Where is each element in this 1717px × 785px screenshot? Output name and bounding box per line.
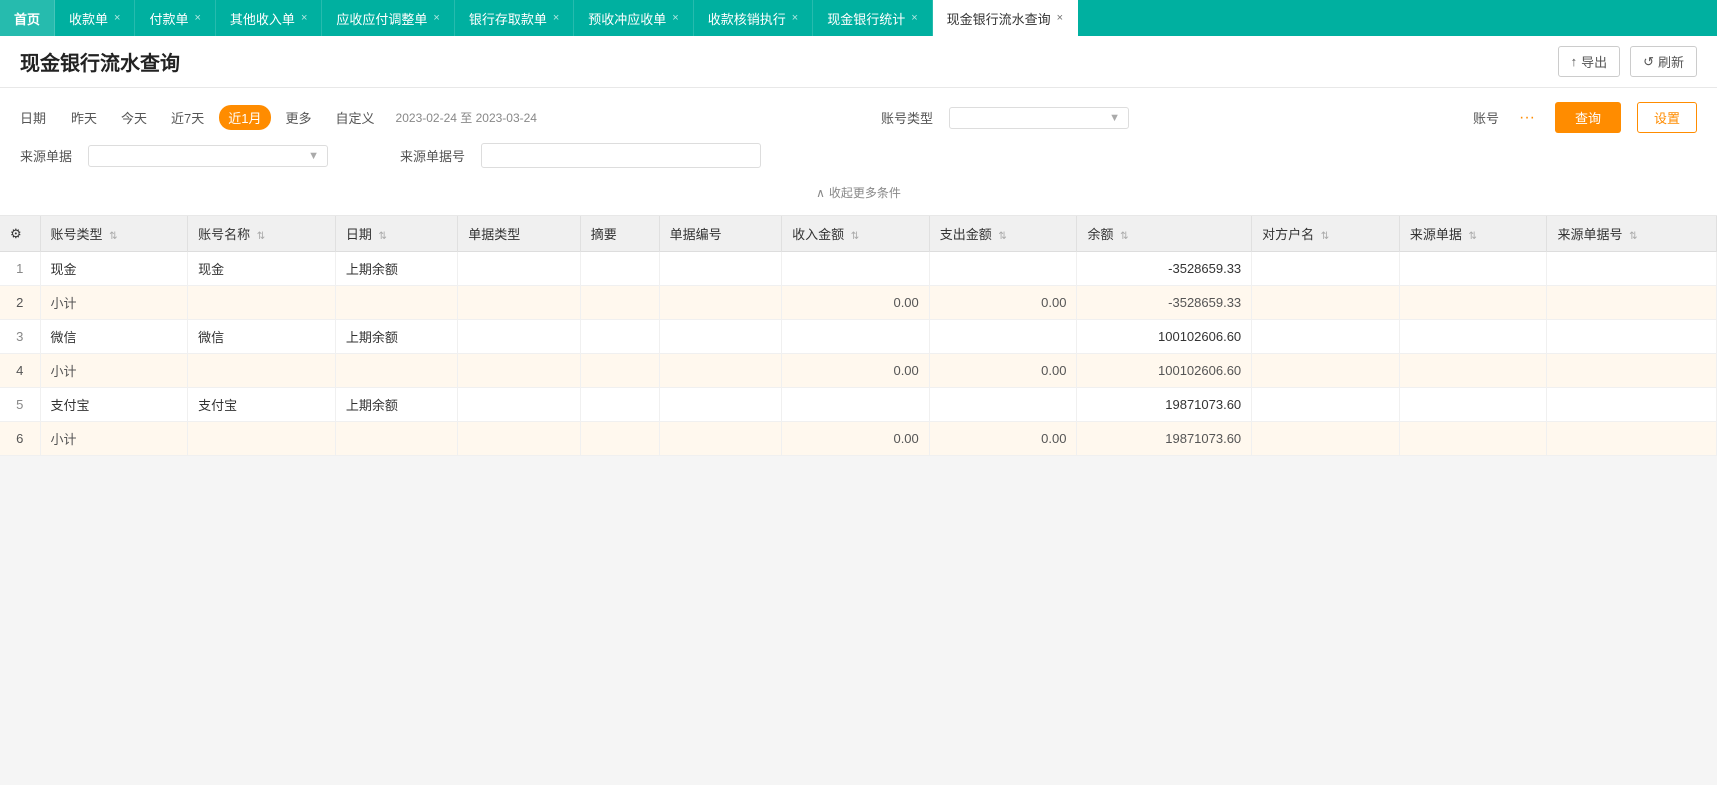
nav-cash-stat[interactable]: 现金银行统计 × — [813, 0, 932, 36]
table-row: 1现金现金上期余额-3528659.33 — [0, 252, 1717, 286]
account-label: 账号 — [1473, 108, 1499, 127]
close-other-income-icon[interactable]: × — [301, 12, 307, 24]
filter-row-1: 日期 昨天 今天 近7天 近1月 更多 自定义 2023-02-24 至 202… — [20, 102, 1697, 133]
date-shortcuts: 昨天 今天 近7天 近1月 更多 自定义 2023-02-24 至 2023-0… — [62, 105, 537, 130]
table-row: 3微信微信上期余额100102606.60 — [0, 320, 1717, 354]
settings-button[interactable]: 设置 — [1637, 102, 1697, 133]
nav-receipt-verify[interactable]: 收款核销执行 × — [694, 0, 813, 36]
close-receipt-verify-icon[interactable]: × — [792, 12, 798, 24]
query-button[interactable]: 查询 — [1555, 102, 1621, 133]
shortcut-yesterday[interactable]: 昨天 — [62, 105, 106, 130]
col-income[interactable]: 收入金额 ⇅ — [782, 216, 930, 252]
col-account-type[interactable]: 账号类型 ⇅ — [40, 216, 188, 252]
shortcut-7days[interactable]: 近7天 — [162, 105, 213, 130]
col-date[interactable]: 日期 ⇅ — [335, 216, 457, 252]
nav-other-income[interactable]: 其他收入单 × — [216, 0, 322, 36]
sort-counterpart-icon: ⇅ — [1321, 231, 1329, 242]
nav-receipt[interactable]: 收款单 × — [55, 0, 135, 36]
refresh-icon: ↺ — [1643, 54, 1654, 70]
close-bank-icon[interactable]: × — [553, 12, 559, 24]
source-doc-dropdown-icon: ▼ — [308, 150, 319, 162]
sort-balance-icon: ⇅ — [1120, 231, 1128, 242]
nav-cash-flow[interactable]: 现金银行流水查询 × — [933, 0, 1078, 36]
col-account-name[interactable]: 账号名称 ⇅ — [188, 216, 336, 252]
account-type-dropdown-icon: ▼ — [1109, 112, 1120, 124]
table-row: 2小计0.000.00-3528659.33 — [0, 286, 1717, 320]
close-cash-stat-icon[interactable]: × — [911, 12, 917, 24]
shortcut-today[interactable]: 今天 — [112, 105, 156, 130]
close-cash-flow-icon[interactable]: × — [1057, 12, 1063, 24]
sort-date-icon: ⇅ — [378, 231, 386, 242]
source-doc-label: 来源单据 — [20, 146, 72, 165]
refresh-button[interactable]: ↺ 刷新 — [1630, 46, 1697, 77]
nav-bank-deposit[interactable]: 银行存取款单 × — [455, 0, 574, 36]
source-doc-num-label: 来源单据号 — [400, 146, 465, 165]
col-source-doc-num[interactable]: 来源单据号 ⇅ — [1547, 216, 1717, 252]
close-payment-icon[interactable]: × — [194, 12, 200, 24]
col-gear[interactable]: ⚙ — [0, 216, 40, 252]
export-button[interactable]: ↑ 导出 — [1558, 46, 1621, 77]
account-dots-button[interactable]: ··· — [1515, 109, 1539, 127]
page-header: 现金银行流水查询 ↑ 导出 ↺ 刷新 — [0, 36, 1717, 88]
top-nav: 首页 收款单 × 付款单 × 其他收入单 × 应收应付调整单 × 银行存取款单 … — [0, 0, 1717, 36]
filter-area: 日期 昨天 今天 近7天 近1月 更多 自定义 2023-02-24 至 202… — [0, 88, 1717, 216]
close-prepay-icon[interactable]: × — [672, 12, 678, 24]
col-summary: 摘要 — [580, 216, 659, 252]
sort-income-icon: ⇅ — [851, 231, 859, 242]
sort-account-type-icon: ⇅ — [109, 231, 117, 242]
shortcut-more[interactable]: 更多 — [277, 105, 321, 130]
header-actions: ↑ 导出 ↺ 刷新 — [1558, 46, 1697, 77]
date-filter-label: 日期 — [20, 108, 46, 127]
table-row: 5支付宝支付宝上期余额19871073.60 — [0, 388, 1717, 422]
table-header-row: ⚙ 账号类型 ⇅ 账号名称 ⇅ 日期 ⇅ 单据类型 摘要 单据编号 收入金额 ⇅… — [0, 216, 1717, 252]
col-expense[interactable]: 支出金额 ⇅ — [929, 216, 1077, 252]
close-receipt-icon[interactable]: × — [114, 12, 120, 24]
shortcut-1month[interactable]: 近1月 — [219, 105, 270, 130]
gear-icon: ⚙ — [10, 226, 22, 241]
nav-ar-ap-adjust[interactable]: 应收应付调整单 × — [322, 0, 454, 36]
source-doc-select[interactable]: ▼ — [88, 145, 328, 167]
nav-home[interactable]: 首页 — [0, 0, 55, 36]
col-doc-num: 单据编号 — [659, 216, 781, 252]
account-type-select[interactable]: ▼ — [949, 107, 1129, 129]
page-title: 现金银行流水查询 — [20, 47, 180, 76]
export-icon: ↑ — [1571, 54, 1578, 69]
account-type-label: 账号类型 — [881, 108, 933, 127]
collapse-chevron-icon: ∧ — [816, 186, 825, 200]
sort-expense-icon: ⇅ — [998, 231, 1006, 242]
col-balance[interactable]: 余额 ⇅ — [1077, 216, 1252, 252]
date-range-text: 2023-02-24 至 2023-03-24 — [396, 109, 537, 126]
filter-row-2: 来源单据 ▼ 来源单据号 — [20, 143, 1697, 168]
sort-source-doc-icon: ⇅ — [1468, 231, 1476, 242]
close-ar-ap-icon[interactable]: × — [433, 12, 439, 24]
nav-payment[interactable]: 付款单 × — [135, 0, 215, 36]
sort-source-doc-num-icon: ⇅ — [1629, 231, 1637, 242]
sort-account-name-icon: ⇅ — [257, 231, 265, 242]
table-row: 4小计0.000.00100102606.60 — [0, 354, 1717, 388]
collapse-bar[interactable]: ∧ 收起更多条件 — [20, 178, 1697, 205]
col-doc-type: 单据类型 — [458, 216, 580, 252]
shortcut-custom[interactable]: 自定义 — [327, 105, 384, 130]
source-doc-num-input[interactable] — [481, 143, 761, 168]
nav-prepay-offset[interactable]: 预收冲应收单 × — [574, 0, 693, 36]
table-body: 1现金现金上期余额-3528659.332小计0.000.00-3528659.… — [0, 252, 1717, 456]
col-counterpart[interactable]: 对方户名 ⇅ — [1252, 216, 1400, 252]
col-source-doc[interactable]: 来源单据 ⇅ — [1399, 216, 1547, 252]
table-container: ⚙ 账号类型 ⇅ 账号名称 ⇅ 日期 ⇅ 单据类型 摘要 单据编号 收入金额 ⇅… — [0, 216, 1717, 456]
table-row: 6小计0.000.0019871073.60 — [0, 422, 1717, 456]
main-table: ⚙ 账号类型 ⇅ 账号名称 ⇅ 日期 ⇅ 单据类型 摘要 单据编号 收入金额 ⇅… — [0, 216, 1717, 456]
